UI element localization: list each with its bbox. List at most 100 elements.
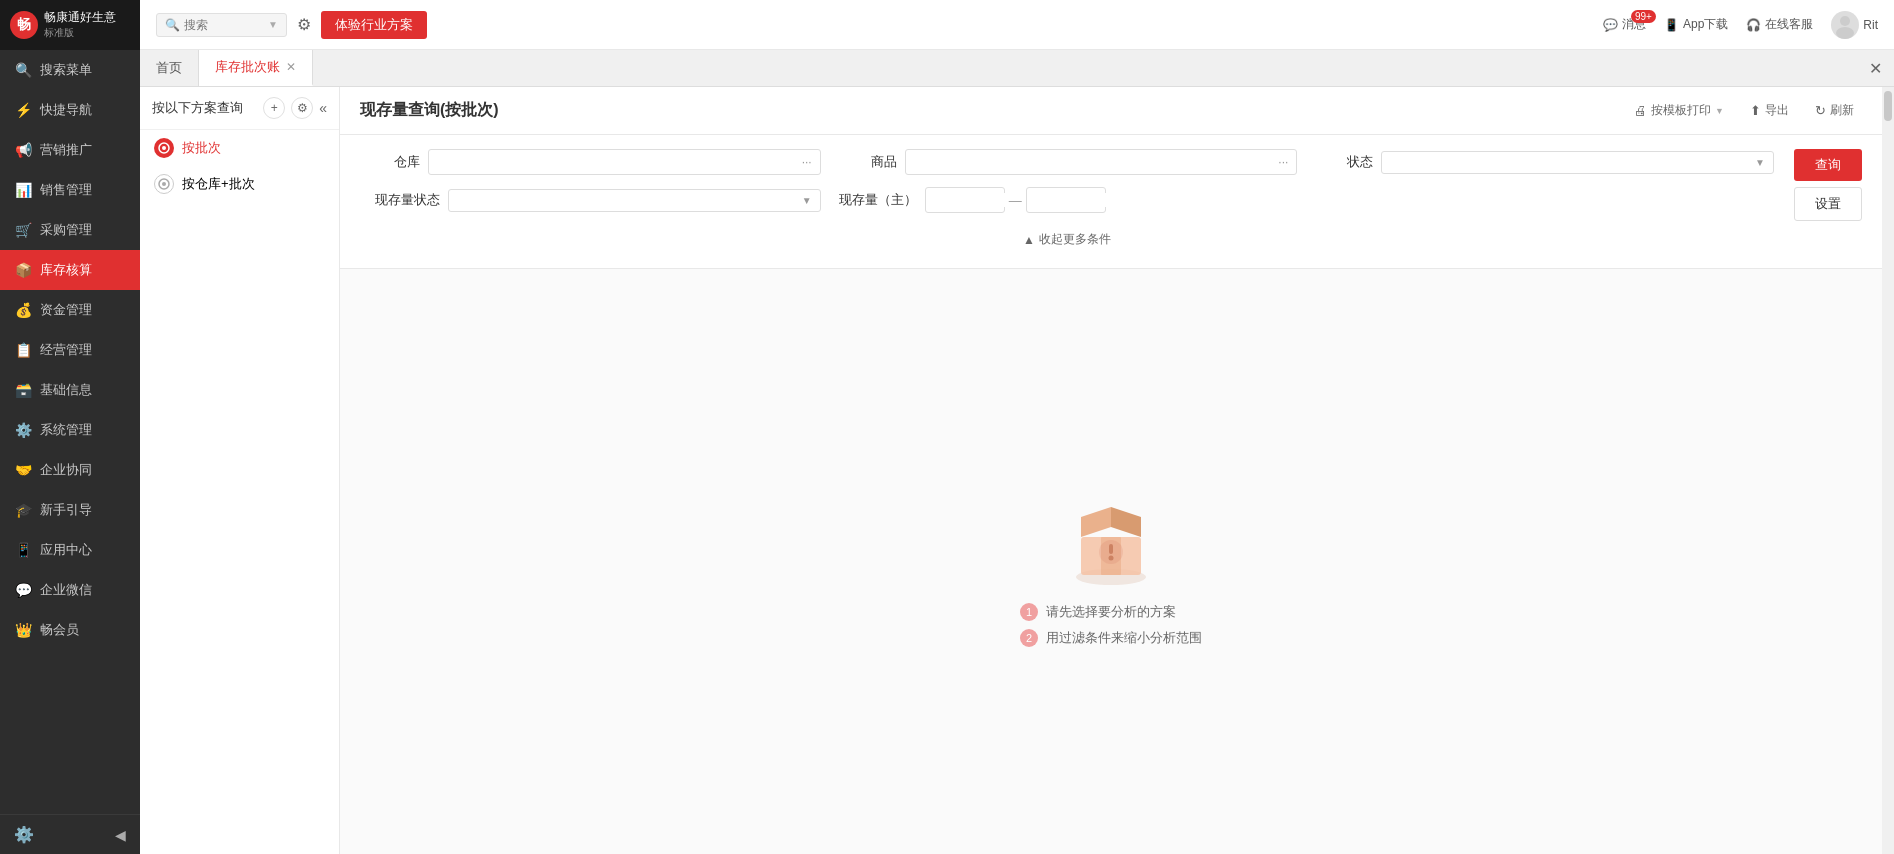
- product-field: 商品 ···: [837, 149, 1298, 175]
- sidebar-item-purchase[interactable]: 🛒 采购管理: [0, 210, 140, 250]
- stock-status-select[interactable]: ▼: [448, 189, 821, 212]
- svg-marker-9: [1111, 507, 1141, 537]
- sidebar-item-apps[interactable]: 📱 应用中心: [0, 530, 140, 570]
- sidebar-item-operation[interactable]: 📋 经营管理: [0, 330, 140, 370]
- sidebar: 畅 畅康通好生意 标准版 🔍 搜索菜单 ⚡ 快捷导航 📢 营销推广 📊 销售管理…: [0, 0, 140, 854]
- stock-amount-to-input[interactable]: [1035, 193, 1185, 207]
- sidebar-item-label: 营销推广: [40, 141, 92, 159]
- sidebar-item-label: 采购管理: [40, 221, 92, 239]
- headset-icon: 🎧: [1746, 18, 1761, 32]
- tab-home[interactable]: 首页: [140, 50, 199, 86]
- warehouse-text-input[interactable]: [437, 155, 798, 169]
- sidebar-item-system[interactable]: ⚙️ 系统管理: [0, 410, 140, 450]
- topbar-search-box[interactable]: 🔍 ▼: [156, 13, 287, 37]
- messages-btn[interactable]: 💬 消息 99+: [1603, 16, 1646, 33]
- empty-instructions: 1 请先选择要分析的方案 2 用过滤条件来缩小分析范围: [1020, 603, 1202, 647]
- refresh-btn[interactable]: ↻ 刷新: [1807, 99, 1862, 122]
- sidebar-item-member[interactable]: 👑 畅会员: [0, 610, 140, 650]
- online-service-btn[interactable]: 🎧 在线客服: [1746, 16, 1813, 33]
- product-input[interactable]: ···: [905, 149, 1298, 175]
- tab-home-label: 首页: [156, 59, 182, 77]
- sidebar-item-marketing[interactable]: 📢 营销推广: [0, 130, 140, 170]
- sidebar-item-wechat[interactable]: 💬 企业微信: [0, 570, 140, 610]
- user-profile-btn[interactable]: Rit: [1831, 11, 1878, 39]
- search-nav-icon: 🔍: [14, 61, 32, 79]
- action-buttons: 查询 设置: [1784, 149, 1862, 221]
- sidebar-item-guide[interactable]: 🎓 新手引导: [0, 490, 140, 530]
- sidebar-item-sales[interactable]: 📊 销售管理: [0, 170, 140, 210]
- collapse-more-btn[interactable]: ▲ 收起更多条件: [360, 225, 1774, 254]
- filter-collapse-btn[interactable]: «: [319, 100, 327, 116]
- sidebar-item-label: 快捷导航: [40, 101, 92, 119]
- print-template-btn[interactable]: 🖨 按模板打印 ▼: [1626, 99, 1732, 122]
- sidebar-item-label: 经营管理: [40, 341, 92, 359]
- app-download-btn[interactable]: 📱 App下载: [1664, 16, 1728, 33]
- member-icon: 👑: [14, 621, 32, 639]
- app-logo: 畅: [10, 11, 38, 39]
- right-scrollbar[interactable]: [1882, 87, 1894, 854]
- stock-amount-from[interactable]: [925, 187, 1005, 213]
- query-header-actions: 🖨 按模板打印 ▼ ⬆ 导出 ↻ 刷新: [1626, 99, 1862, 122]
- export-btn[interactable]: ⬆ 导出: [1742, 99, 1797, 122]
- sidebar-item-enterprise[interactable]: 🤝 企业协同: [0, 450, 140, 490]
- stock-amount-to[interactable]: [1026, 187, 1106, 213]
- filter-item-by-warehouse-batch[interactable]: 按仓库+批次: [140, 166, 339, 202]
- app-title: 畅康通好生意: [44, 10, 116, 26]
- stock-amount-dash: —: [1005, 193, 1026, 208]
- tab-inventory-batch[interactable]: 库存批次账 ✕: [199, 50, 313, 86]
- refresh-icon: ↻: [1815, 103, 1826, 118]
- warehouse-field: 仓库 ···: [360, 149, 821, 175]
- filter-item-batch-label: 按批次: [182, 139, 221, 157]
- step-1-text: 请先选择要分析的方案: [1046, 603, 1176, 621]
- sidebar-item-quick-nav[interactable]: ⚡ 快捷导航: [0, 90, 140, 130]
- topbar-actions: 💬 消息 99+ 📱 App下载 🎧 在线客服 Rit: [1603, 11, 1878, 39]
- batch-icon: [154, 138, 174, 158]
- sidebar-collapse-icon[interactable]: ◀: [115, 827, 126, 843]
- sidebar-item-label: 应用中心: [40, 541, 92, 559]
- content-area: 按以下方案查询 + ⚙ « 按批次: [140, 87, 1894, 854]
- empty-state: 1 请先选择要分析的方案 2 用过滤条件来缩小分析范围: [340, 269, 1882, 854]
- filter-add-btn[interactable]: +: [263, 97, 285, 119]
- tab-close-icon[interactable]: ✕: [286, 60, 296, 74]
- status-select[interactable]: ▼: [1381, 151, 1774, 174]
- filter-settings-btn[interactable]: ⚙: [291, 97, 313, 119]
- system-icon: ⚙️: [14, 421, 32, 439]
- svg-rect-12: [1109, 544, 1113, 554]
- warehouse-more-icon[interactable]: ···: [802, 155, 812, 169]
- stock-status-label: 现存量状态: [360, 191, 440, 209]
- warehouse-label: 仓库: [360, 153, 420, 171]
- avatar: [1831, 11, 1859, 39]
- plus-icon: +: [271, 101, 278, 115]
- filter-item-by-batch[interactable]: 按批次: [140, 130, 339, 166]
- product-more-icon[interactable]: ···: [1278, 155, 1288, 169]
- sidebar-item-inventory[interactable]: 📦 库存核算: [0, 250, 140, 290]
- svg-point-0: [1840, 16, 1850, 26]
- topbar-gear-icon[interactable]: ⚙: [297, 15, 311, 34]
- sidebar-item-finance[interactable]: 💰 资金管理: [0, 290, 140, 330]
- sidebar-nav: 🔍 搜索菜单 ⚡ 快捷导航 📢 营销推广 📊 销售管理 🛒 采购管理 📦 库存核…: [0, 50, 140, 814]
- tab-panel-close-icon[interactable]: ✕: [1857, 59, 1894, 78]
- query-btn[interactable]: 查询: [1794, 149, 1862, 181]
- main-area: 🔍 ▼ ⚙ 体验行业方案 💬 消息 99+ 📱 App下载 🎧 在线客服: [140, 0, 1894, 854]
- apps-icon: 📱: [14, 541, 32, 559]
- sidebar-item-basics[interactable]: 🗃️ 基础信息: [0, 370, 140, 410]
- stock-status-dropdown-icon: ▼: [802, 195, 812, 206]
- svg-marker-8: [1081, 507, 1111, 537]
- filter-row-1: 仓库 ··· 商品 ···: [360, 149, 1774, 175]
- filter-item-warehouse-batch-label: 按仓库+批次: [182, 175, 255, 193]
- purchase-icon: 🛒: [14, 221, 32, 239]
- filter-row-2: 现存量状态 ▼ 现存量（主）: [360, 187, 1774, 213]
- warehouse-input[interactable]: ···: [428, 149, 821, 175]
- online-service-label: 在线客服: [1765, 16, 1813, 33]
- sidebar-item-label: 资金管理: [40, 301, 92, 319]
- product-text-input[interactable]: [914, 155, 1275, 169]
- experience-btn[interactable]: 体验行业方案: [321, 11, 427, 39]
- sidebar-settings-icon[interactable]: ⚙️: [14, 825, 34, 844]
- empty-box-svg: [1056, 477, 1166, 587]
- sidebar-footer: ⚙️ ◀: [0, 814, 140, 854]
- step-1-num: 1: [1020, 603, 1038, 621]
- sidebar-item-search[interactable]: 🔍 搜索菜单: [0, 50, 140, 90]
- app-subtitle: 标准版: [44, 26, 116, 40]
- settings-btn[interactable]: 设置: [1794, 187, 1862, 221]
- search-input[interactable]: [184, 18, 264, 32]
